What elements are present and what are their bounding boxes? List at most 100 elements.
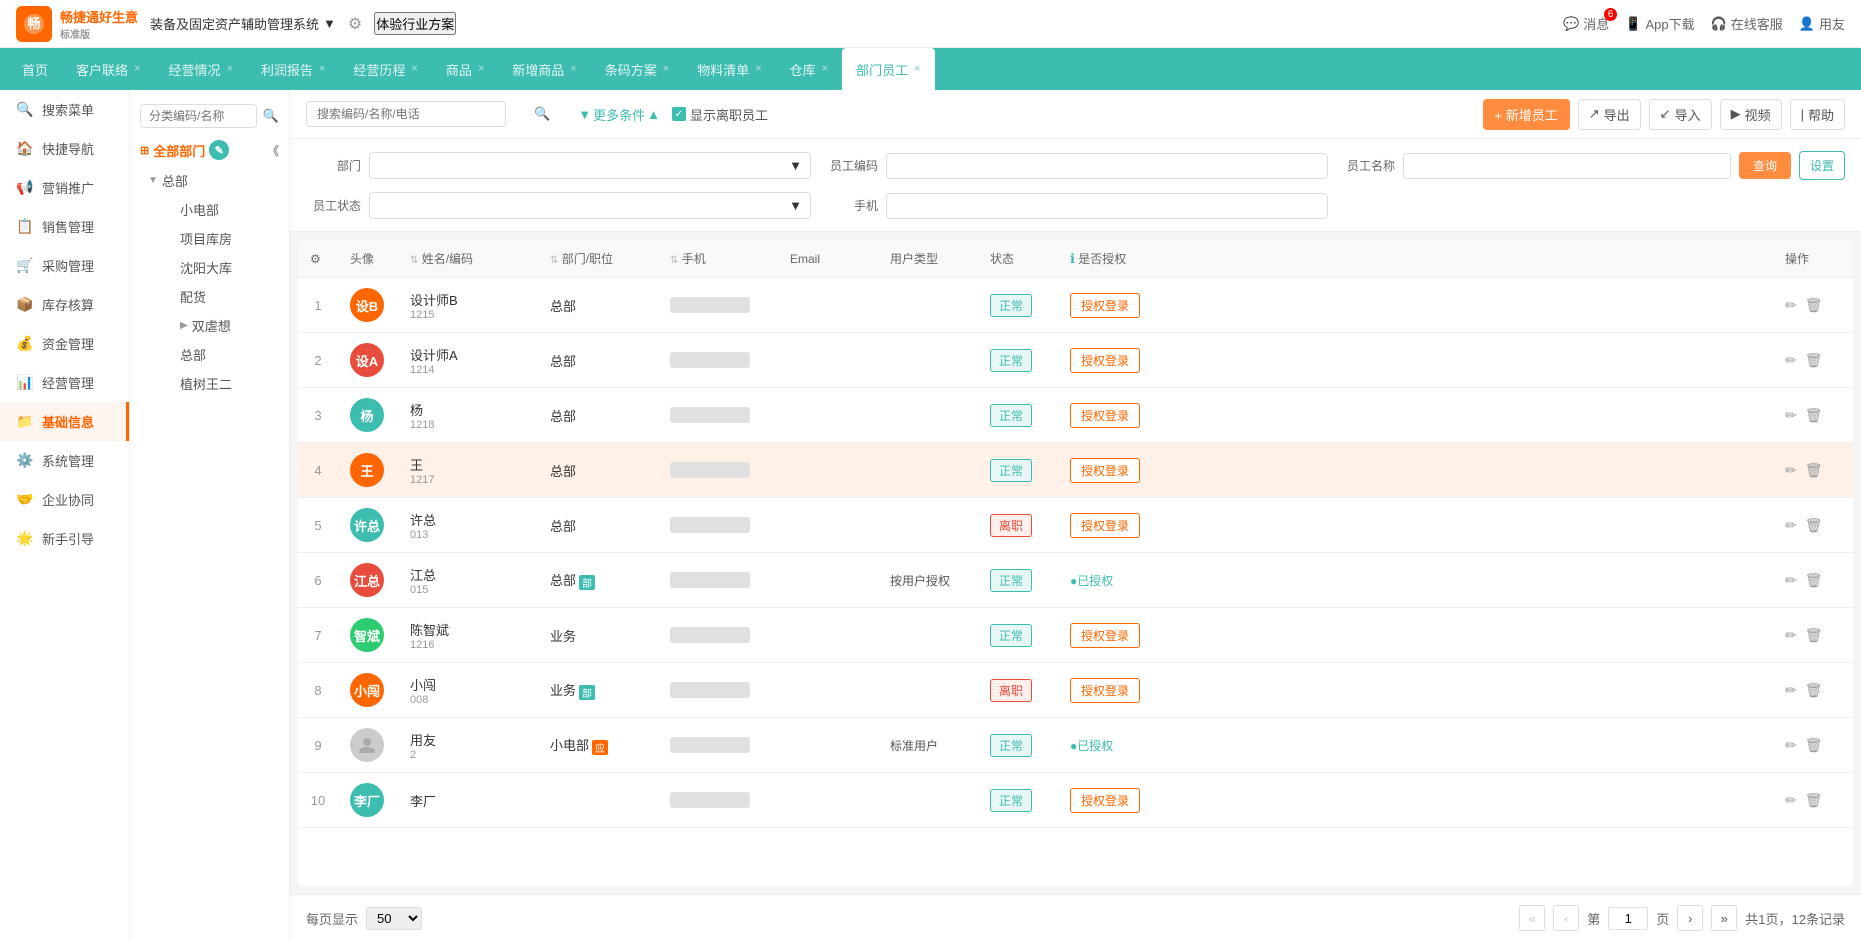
sidebar-item-marketing[interactable]: 📢 营销推广 [0, 168, 129, 207]
delete-icon[interactable]: 🗑 [1805, 682, 1823, 699]
auth-button[interactable]: 授权登录 [1070, 678, 1140, 703]
dept-search-icon[interactable]: 🔍 [263, 108, 279, 124]
edit-icon[interactable]: ✏ [1785, 627, 1797, 644]
close-icon[interactable]: × [134, 63, 140, 75]
sidebar-item-search[interactable]: 🔍 搜索菜单 [0, 90, 129, 129]
edit-icon[interactable]: ✏ [1785, 572, 1797, 589]
close-icon[interactable]: × [226, 63, 232, 75]
tab-history[interactable]: 经营历程× [339, 48, 431, 90]
edit-icon[interactable]: ✏ [1785, 682, 1797, 699]
tab-barcode[interactable]: 条码方案× [591, 48, 683, 90]
edit-icon[interactable]: ✏ [1785, 737, 1797, 754]
last-page-button[interactable]: » [1711, 905, 1737, 931]
edit-icon[interactable]: ✏ [1785, 792, 1797, 809]
emp-name-input[interactable] [1403, 153, 1731, 179]
phone-input[interactable] [886, 193, 1328, 219]
dept-node-peihuo[interactable]: 配货 [162, 282, 289, 311]
dept-select[interactable]: ▼ [369, 152, 811, 179]
col-settings[interactable]: ⚙ [298, 240, 338, 278]
dept-node-head[interactable]: ▼ 总部 [142, 166, 289, 195]
close-icon[interactable]: × [822, 63, 828, 75]
auth-button[interactable]: 授权登录 [1070, 348, 1140, 373]
status-select[interactable]: ▼ [369, 192, 811, 219]
dept-node-xiaodian[interactable]: 小电部 [162, 195, 289, 224]
dept-node-project[interactable]: 项目库房 [162, 224, 289, 253]
tab-add-goods[interactable]: 新增商品× [498, 48, 590, 90]
more-filter-button[interactable]: ▼ 更多条件 ▲ [578, 105, 660, 124]
first-page-button[interactable]: « [1519, 905, 1545, 931]
auth-button[interactable]: 授权登录 [1070, 623, 1140, 648]
delete-icon[interactable]: 🗑 [1805, 297, 1823, 314]
emp-code-input[interactable] [886, 153, 1328, 179]
search-button[interactable]: 🔍 [518, 98, 566, 130]
app-download-icon[interactable]: 📱 App下载 [1625, 14, 1694, 33]
dept-node-zhishu[interactable]: 植树王二 [162, 369, 289, 398]
show-resign-checkbox[interactable]: ✓ 显示离职员工 [672, 105, 768, 124]
delete-icon[interactable]: 🗑 [1805, 792, 1823, 809]
user-avatar[interactable]: 👤 用友 [1799, 14, 1845, 33]
close-icon[interactable]: × [319, 63, 325, 75]
prev-page-button[interactable]: ‹ [1553, 905, 1579, 931]
edit-icon[interactable]: ✏ [1785, 297, 1797, 314]
tab-operation[interactable]: 经营情况× [154, 48, 246, 90]
close-icon[interactable]: × [570, 63, 576, 75]
sidebar-item-nav[interactable]: 🏠 快捷导航 [0, 129, 129, 168]
sidebar-item-sales[interactable]: 📋 销售管理 [0, 207, 129, 246]
tab-customer[interactable]: 客户联络× [62, 48, 154, 90]
col-dept[interactable]: ⇅ 部门/职位 [538, 240, 658, 278]
message-icon[interactable]: 💬 消息 6 [1563, 14, 1609, 33]
edit-icon[interactable]: ✏ [1785, 462, 1797, 479]
dept-node-shuangni[interactable]: ▶ 双虐想 [162, 311, 289, 340]
delete-icon[interactable]: 🗑 [1805, 462, 1823, 479]
auth-button[interactable]: 授权登录 [1070, 788, 1140, 813]
sidebar-item-purchase[interactable]: 🛒 采购管理 [0, 246, 129, 285]
add-employee-button[interactable]: + 新增员工 [1483, 99, 1570, 130]
sidebar-item-biz[interactable]: 📊 经营管理 [0, 363, 129, 402]
close-icon[interactable]: × [478, 63, 484, 75]
col-name[interactable]: ⇅ 姓名/编码 [398, 240, 538, 278]
delete-icon[interactable]: 🗑 [1805, 352, 1823, 369]
auth-button[interactable]: 授权登录 [1070, 293, 1140, 318]
gear-icon[interactable]: ⚙ [348, 14, 362, 34]
dept-node-shenyang[interactable]: 沈阳大库 [162, 253, 289, 282]
edit-icon[interactable]: ✏ [1785, 517, 1797, 534]
close-icon[interactable]: × [663, 63, 669, 75]
edit-icon[interactable]: ✏ [1785, 352, 1797, 369]
close-icon[interactable]: × [914, 63, 920, 75]
export-button[interactable]: ↗ 导出 [1578, 99, 1641, 130]
trial-button[interactable]: 体验行业方案 [374, 12, 456, 35]
auth-button[interactable]: 授权登录 [1070, 458, 1140, 483]
dept-search-input[interactable] [140, 104, 257, 128]
close-icon[interactable]: × [411, 63, 417, 75]
tab-bom[interactable]: 物料清单× [683, 48, 775, 90]
delete-icon[interactable]: 🗑 [1805, 517, 1823, 534]
tab-employee[interactable]: 部门员工× [842, 48, 934, 90]
delete-icon[interactable]: 🗑 [1805, 407, 1823, 424]
page-size-select[interactable]: 50 20 100 [366, 907, 422, 930]
import-button[interactable]: ↙ 导入 [1649, 99, 1712, 130]
set-button[interactable]: 设置 [1799, 151, 1845, 180]
tab-profit[interactable]: 利润报告× [247, 48, 339, 90]
next-page-button[interactable]: › [1677, 905, 1703, 931]
search-input[interactable] [306, 101, 506, 127]
sidebar-item-inventory[interactable]: 📦 库存核算 [0, 285, 129, 324]
sidebar-item-system[interactable]: ⚙️ 系统管理 [0, 441, 129, 480]
sidebar-item-guide[interactable]: 🌟 新手引导 [0, 519, 129, 558]
help-button[interactable]: | 帮助 [1790, 99, 1845, 130]
dept-all-btn[interactable]: ⊞ 全部部门 ✎ 《 [130, 134, 289, 166]
tab-warehouse[interactable]: 仓库× [776, 48, 842, 90]
page-number-input[interactable] [1608, 907, 1648, 930]
sidebar-item-collab[interactable]: 🤝 企业协同 [0, 480, 129, 519]
auth-button[interactable]: 授权登录 [1070, 403, 1140, 428]
delete-icon[interactable]: 🗑 [1805, 737, 1823, 754]
system-title[interactable]: 装备及固定资产辅助管理系统 ▼ [150, 14, 336, 33]
delete-icon[interactable]: 🗑 [1805, 572, 1823, 589]
sidebar-item-basic[interactable]: 📁 基础信息 [0, 402, 129, 441]
close-icon[interactable]: × [755, 63, 761, 75]
col-phone[interactable]: ⇅ 手机 [658, 240, 778, 278]
query-button[interactable]: 查询 [1739, 152, 1791, 179]
auth-button[interactable]: 授权登录 [1070, 513, 1140, 538]
sidebar-item-finance[interactable]: 💰 资金管理 [0, 324, 129, 363]
dept-edit-button[interactable]: ✎ [209, 140, 229, 160]
view-button[interactable]: ▶ 视频 [1720, 99, 1782, 130]
